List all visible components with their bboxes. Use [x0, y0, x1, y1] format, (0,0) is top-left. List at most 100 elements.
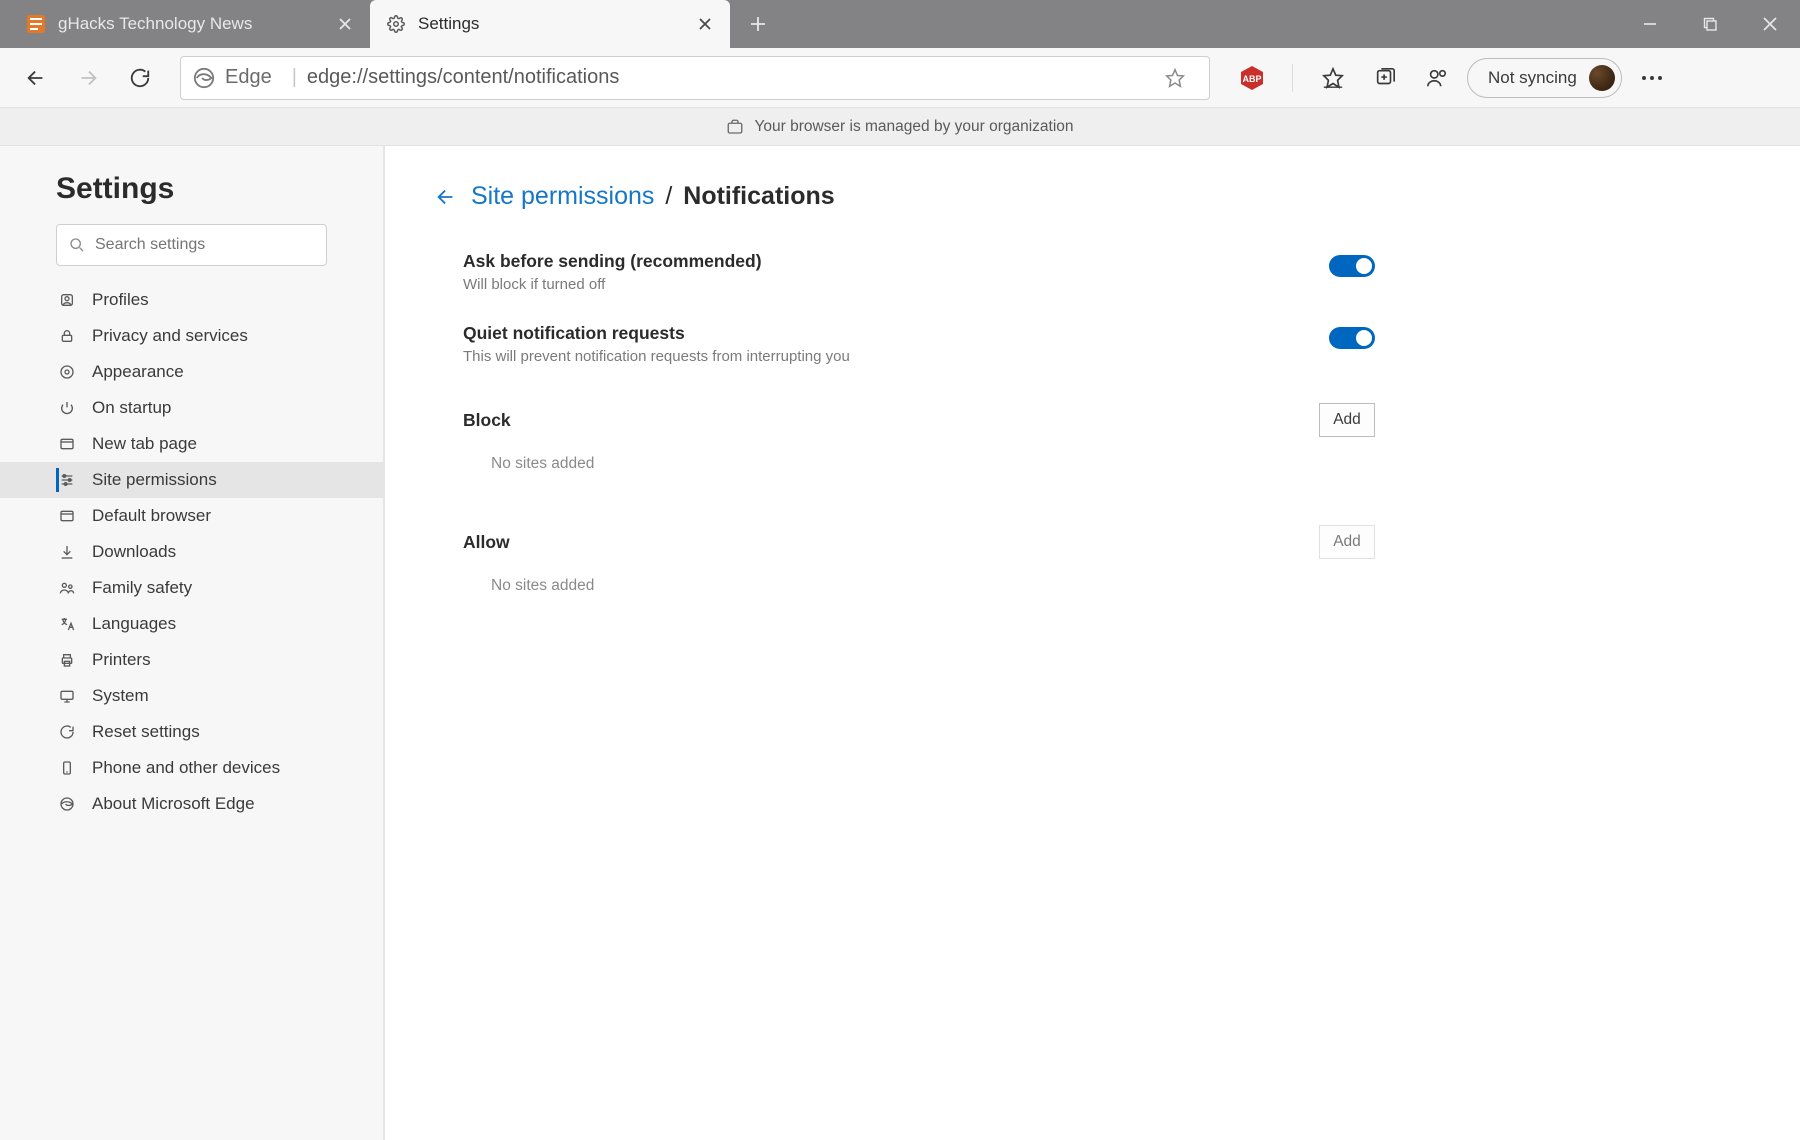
forward-button[interactable]	[66, 56, 110, 100]
minimize-button[interactable]	[1620, 4, 1680, 44]
address-url: edge://settings/content/notifications	[307, 66, 1153, 89]
nav-system[interactable]: System	[0, 678, 383, 714]
back-button[interactable]	[14, 56, 58, 100]
profile-icon[interactable]	[1415, 56, 1459, 100]
briefcase-icon	[726, 118, 744, 136]
managed-org-banner: Your browser is managed by your organiza…	[0, 108, 1800, 146]
nav-label: Privacy and services	[92, 326, 248, 346]
nav-label: Downloads	[92, 542, 176, 562]
new-tab-button[interactable]	[738, 4, 778, 44]
nav-label: New tab page	[92, 434, 197, 454]
setting-title: Ask before sending (recommended)	[463, 251, 762, 272]
tab-title: gHacks Technology News	[58, 14, 336, 34]
allow-empty-text: No sites added	[435, 563, 1750, 603]
favorite-icon[interactable]	[1153, 56, 1197, 100]
nav-profiles[interactable]: Profiles	[0, 282, 383, 318]
setting-ask-before-sending: Ask before sending (recommended) Will bl…	[435, 241, 1375, 301]
main-panel: Site permissions / Notifications Ask bef…	[385, 146, 1800, 1140]
titlebar: gHacks Technology News Settings	[0, 0, 1800, 48]
tab-ghacks[interactable]: gHacks Technology News	[10, 0, 370, 48]
nav-printers[interactable]: Printers	[0, 642, 383, 678]
setting-quiet-requests: Quiet notification requests This will pr…	[435, 313, 1375, 373]
power-icon	[56, 400, 78, 416]
nav-privacy[interactable]: Privacy and services	[0, 318, 383, 354]
settings-heading: Settings	[0, 172, 383, 224]
nav-reset[interactable]: Reset settings	[0, 714, 383, 750]
more-icon[interactable]	[1630, 56, 1674, 100]
phone-icon	[56, 760, 78, 776]
section-allow: Allow Add	[435, 505, 1375, 563]
toggle-quiet-requests[interactable]	[1329, 327, 1375, 349]
nav-label: Profiles	[92, 290, 149, 310]
section-heading: Block	[463, 410, 511, 431]
reset-icon	[56, 724, 78, 740]
download-icon	[56, 544, 78, 560]
add-block-button[interactable]: Add	[1319, 403, 1375, 437]
nav-label: Site permissions	[92, 470, 217, 490]
toggle-ask-before-sending[interactable]	[1329, 255, 1375, 277]
window-controls	[1620, 0, 1800, 48]
gear-icon	[386, 14, 406, 34]
tab-settings[interactable]: Settings	[370, 0, 730, 48]
nav-family-safety[interactable]: Family safety	[0, 570, 383, 606]
favicon-ghacks	[26, 14, 46, 34]
browser-icon	[56, 508, 78, 524]
profile-icon	[56, 292, 78, 308]
nav-downloads[interactable]: Downloads	[0, 534, 383, 570]
abp-icon[interactable]: ABP	[1230, 56, 1274, 100]
printer-icon	[56, 652, 78, 668]
edge-icon	[56, 796, 78, 812]
setting-subtitle: This will prevent notification requests …	[463, 348, 850, 365]
nav-label: Phone and other devices	[92, 758, 280, 778]
address-separator: |	[292, 66, 297, 89]
nav-about[interactable]: About Microsoft Edge	[0, 786, 383, 822]
close-window-button[interactable]	[1740, 4, 1800, 44]
search-input[interactable]: Search settings	[56, 224, 327, 266]
nav-label: Reset settings	[92, 722, 200, 742]
svg-text:ABP: ABP	[1242, 74, 1261, 84]
refresh-button[interactable]	[118, 56, 162, 100]
search-placeholder: Search settings	[95, 236, 205, 254]
nav-on-startup[interactable]: On startup	[0, 390, 383, 426]
system-icon	[56, 688, 78, 704]
nav-site-permissions[interactable]: Site permissions	[0, 462, 383, 498]
nav-languages[interactable]: Languages	[0, 606, 383, 642]
add-allow-button[interactable]: Add	[1319, 525, 1375, 559]
toolbar-right: ABP Not syncing	[1230, 56, 1674, 100]
nav-label: About Microsoft Edge	[92, 794, 255, 814]
maximize-button[interactable]	[1680, 4, 1740, 44]
collections-icon[interactable]	[1363, 56, 1407, 100]
sliders-icon	[56, 472, 78, 488]
nav-new-tab[interactable]: New tab page	[0, 426, 383, 462]
sidebar: Settings Search settings Profiles Privac…	[0, 146, 385, 1140]
favorites-icon[interactable]	[1311, 56, 1355, 100]
nav-label: Printers	[92, 650, 151, 670]
setting-title: Quiet notification requests	[463, 323, 850, 344]
breadcrumb-parent[interactable]: Site permissions	[471, 182, 654, 210]
section-heading: Allow	[463, 532, 510, 553]
block-empty-text: No sites added	[435, 441, 1750, 481]
close-icon[interactable]	[696, 15, 714, 33]
address-bar[interactable]: Edge | edge://settings/content/notificat…	[180, 56, 1210, 100]
nav-label: Default browser	[92, 506, 211, 526]
avatar	[1589, 65, 1615, 91]
breadcrumb: Site permissions / Notifications	[471, 182, 835, 211]
nav-default-browser[interactable]: Default browser	[0, 498, 383, 534]
toolbar-separator	[1292, 64, 1293, 92]
nav-appearance[interactable]: Appearance	[0, 354, 383, 390]
content: Settings Search settings Profiles Privac…	[0, 146, 1800, 1140]
appearance-icon	[56, 364, 78, 380]
back-arrow-icon[interactable]	[435, 186, 457, 208]
sync-pill[interactable]: Not syncing	[1467, 58, 1622, 98]
close-icon[interactable]	[336, 15, 354, 33]
nav-phone[interactable]: Phone and other devices	[0, 750, 383, 786]
toolbar: Edge | edge://settings/content/notificat…	[0, 48, 1800, 108]
managed-org-text: Your browser is managed by your organiza…	[754, 118, 1073, 136]
section-block: Block Add	[435, 383, 1375, 441]
sync-label: Not syncing	[1488, 68, 1577, 88]
setting-subtitle: Will block if turned off	[463, 276, 762, 293]
settings-nav: Profiles Privacy and services Appearance…	[0, 282, 383, 822]
address-protocol: Edge	[225, 66, 272, 89]
lock-icon	[56, 328, 78, 344]
languages-icon	[56, 616, 78, 632]
